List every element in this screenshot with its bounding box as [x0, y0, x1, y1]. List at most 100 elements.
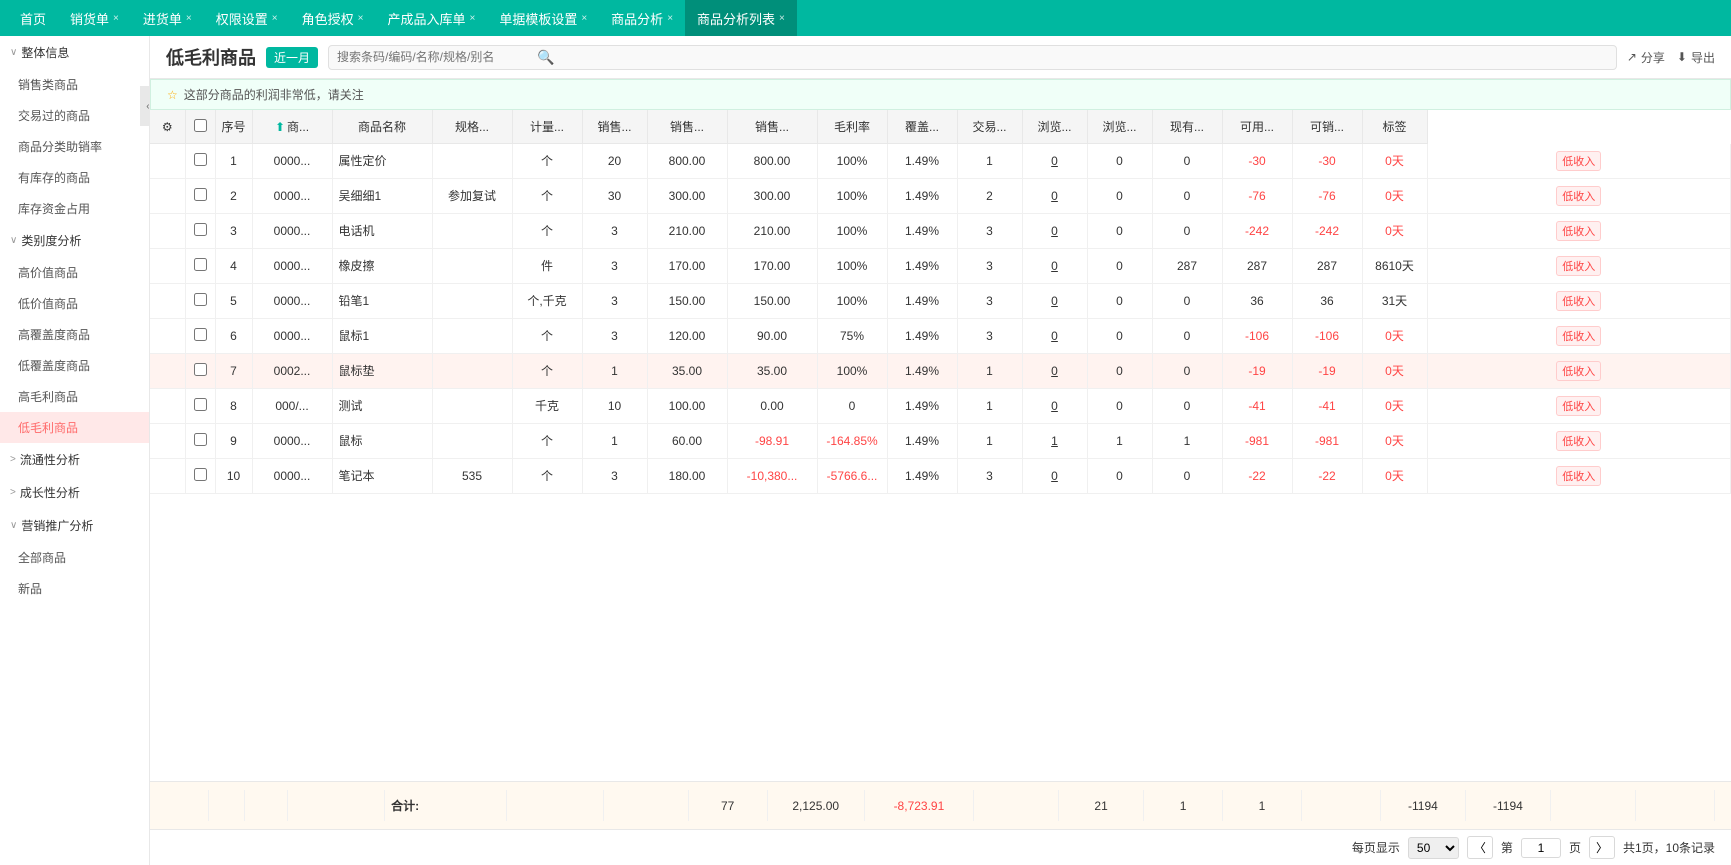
cell-transaction[interactable]: 0	[1022, 144, 1087, 179]
nav-purchase[interactable]: 进货单 ×	[131, 0, 204, 36]
prev-page-btn[interactable]: 〈	[1467, 836, 1493, 859]
cell-transaction[interactable]: 0	[1022, 318, 1087, 353]
sidebar-item-stock-capital[interactable]: 库存资金占用	[0, 193, 149, 224]
col-available[interactable]: 可用...	[1222, 110, 1292, 144]
col-checkbox[interactable]	[185, 110, 215, 144]
col-sale-amt[interactable]: 销售...	[727, 110, 817, 144]
sidebar-section-overall[interactable]: ∨ 整体信息	[0, 36, 149, 69]
cell-checkbox[interactable]	[185, 458, 215, 493]
cell-transaction[interactable]: 0	[1022, 388, 1087, 423]
sidebar-item-stock-goods[interactable]: 有库存的商品	[0, 162, 149, 193]
col-settings[interactable]: ⚙	[150, 110, 185, 144]
cell-transaction[interactable]: 0	[1022, 283, 1087, 318]
cell-checkbox[interactable]	[185, 213, 215, 248]
row-checkbox[interactable]	[194, 293, 207, 306]
transaction-link[interactable]: 0	[1051, 329, 1058, 343]
nav-purchase-close[interactable]: ×	[186, 13, 192, 24]
col-sale-qty[interactable]: 销售...	[582, 110, 647, 144]
col-code[interactable]: ⬆ 商...	[252, 110, 332, 144]
transaction-link[interactable]: 0	[1051, 399, 1058, 413]
nav-goods-analysis-list-close[interactable]: ×	[779, 13, 785, 24]
sidebar-section-growth[interactable]: > 成长性分析	[0, 476, 149, 509]
row-checkbox[interactable]	[194, 468, 207, 481]
sidebar-section-category[interactable]: ∨ 类别度分析	[0, 224, 149, 257]
row-checkbox[interactable]	[194, 188, 207, 201]
col-sellable[interactable]: 可销...	[1292, 110, 1362, 144]
sidebar-item-high-value[interactable]: 高价值商品	[0, 257, 149, 288]
sidebar-item-low-coverage[interactable]: 低覆盖度商品	[0, 350, 149, 381]
col-current[interactable]: 现有...	[1152, 110, 1222, 144]
cell-transaction[interactable]: 0	[1022, 353, 1087, 388]
time-filter-btn[interactable]: 近一月	[266, 47, 318, 68]
row-checkbox[interactable]	[194, 433, 207, 446]
sidebar-item-traded-goods[interactable]: 交易过的商品	[0, 100, 149, 131]
cell-transaction[interactable]: 0	[1022, 213, 1087, 248]
nav-goods-analysis-list[interactable]: 商品分析列表 ×	[685, 0, 797, 36]
transaction-link[interactable]: 0	[1051, 224, 1058, 238]
sidebar-item-all-goods[interactable]: 全部商品	[0, 542, 149, 573]
col-spec[interactable]: 规格...	[432, 110, 512, 144]
nav-role[interactable]: 角色授权 ×	[290, 0, 376, 36]
nav-goods-analysis-close[interactable]: ×	[667, 13, 673, 24]
cell-checkbox[interactable]	[185, 178, 215, 213]
cell-transaction[interactable]: 0	[1022, 248, 1087, 283]
select-all-checkbox[interactable]	[194, 119, 207, 132]
nav-sales[interactable]: 销货单 ×	[58, 0, 131, 36]
share-btn[interactable]: ↗ 分享	[1627, 49, 1665, 66]
nav-sales-close[interactable]: ×	[113, 13, 119, 24]
transaction-link[interactable]: 0	[1051, 294, 1058, 308]
row-checkbox[interactable]	[194, 363, 207, 376]
nav-goods-analysis[interactable]: 商品分析 ×	[599, 0, 685, 36]
cell-transaction[interactable]: 0	[1022, 458, 1087, 493]
cell-checkbox[interactable]	[185, 353, 215, 388]
sidebar-item-low-margin[interactable]: 低毛利商品	[0, 412, 149, 443]
nav-home[interactable]: 首页	[8, 0, 58, 36]
col-transaction[interactable]: 交易...	[957, 110, 1022, 144]
cell-checkbox[interactable]	[185, 144, 215, 179]
nav-product-entry[interactable]: 产成品入库单 ×	[375, 0, 487, 36]
transaction-link[interactable]: 0	[1051, 364, 1058, 378]
export-btn[interactable]: ⬇ 导出	[1677, 49, 1715, 66]
cell-checkbox[interactable]	[185, 318, 215, 353]
sidebar-section-circulation[interactable]: > 流通性分析	[0, 443, 149, 476]
cell-checkbox[interactable]	[185, 283, 215, 318]
sidebar-section-marketing[interactable]: ∨ 营销推广分析	[0, 509, 149, 542]
row-checkbox[interactable]	[194, 398, 207, 411]
sidebar-item-low-value[interactable]: 低价值商品	[0, 288, 149, 319]
transaction-link[interactable]: 0	[1051, 154, 1058, 168]
nav-permission-close[interactable]: ×	[272, 13, 278, 24]
sidebar-item-high-coverage[interactable]: 高覆盖度商品	[0, 319, 149, 350]
transaction-link[interactable]: 0	[1051, 189, 1058, 203]
row-checkbox[interactable]	[194, 223, 207, 236]
nav-template[interactable]: 单据模板设置 ×	[487, 0, 599, 36]
row-checkbox[interactable]	[194, 258, 207, 271]
cell-transaction[interactable]: 0	[1022, 178, 1087, 213]
cell-transaction[interactable]: 1	[1022, 423, 1087, 458]
per-page-select[interactable]: 50 100 200	[1408, 837, 1459, 859]
col-sale-price[interactable]: 销售...	[647, 110, 727, 144]
transaction-link[interactable]: 1	[1051, 434, 1058, 448]
cell-checkbox[interactable]	[185, 248, 215, 283]
search-input[interactable]	[337, 50, 537, 64]
nav-product-entry-close[interactable]: ×	[469, 13, 475, 24]
col-browse2[interactable]: 浏览...	[1087, 110, 1152, 144]
row-checkbox[interactable]	[194, 328, 207, 341]
sidebar-item-category-rate[interactable]: 商品分类助销率	[0, 131, 149, 162]
col-coverage[interactable]: 覆盖...	[887, 110, 957, 144]
sidebar-item-high-margin[interactable]: 高毛利商品	[0, 381, 149, 412]
sidebar-item-new-goods[interactable]: 新品	[0, 573, 149, 604]
col-unit[interactable]: 计量...	[512, 110, 582, 144]
sidebar-collapse-btn[interactable]: «	[140, 86, 150, 126]
col-tag[interactable]: 标签	[1362, 110, 1427, 144]
nav-template-close[interactable]: ×	[581, 13, 587, 24]
col-browse1[interactable]: 浏览...	[1022, 110, 1087, 144]
transaction-link[interactable]: 0	[1051, 259, 1058, 273]
search-icon[interactable]: 🔍	[537, 49, 554, 66]
nav-role-close[interactable]: ×	[358, 13, 364, 24]
page-input[interactable]	[1521, 838, 1561, 858]
cell-checkbox[interactable]	[185, 388, 215, 423]
transaction-link[interactable]: 0	[1051, 469, 1058, 483]
col-gross[interactable]: 毛利率	[817, 110, 887, 144]
nav-permission[interactable]: 权限设置 ×	[204, 0, 290, 36]
next-page-btn[interactable]: 〉	[1589, 836, 1615, 859]
